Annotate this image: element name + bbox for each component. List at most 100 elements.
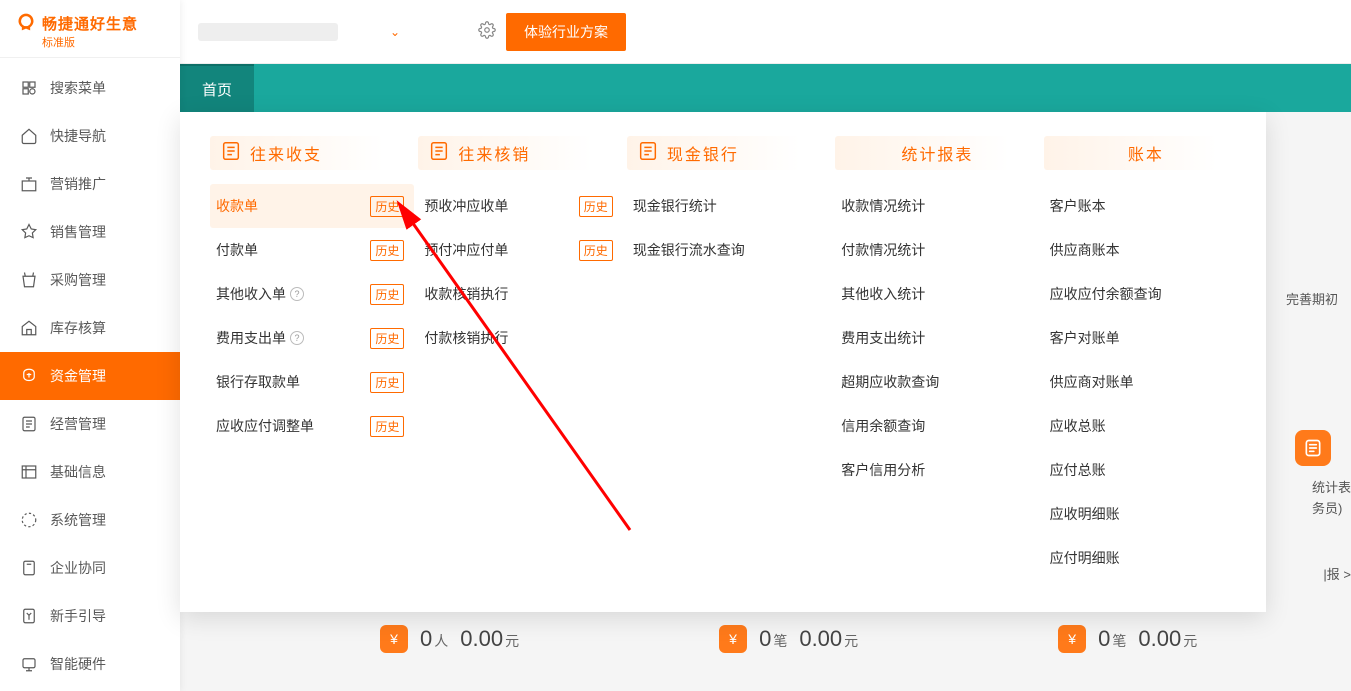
stat-count: 0 [1098,626,1110,651]
mega-item[interactable]: 应收总账 [1044,404,1248,448]
mega-menu: 往来收支收款单历史付款单历史其他收入单?历史费用支出单?历史银行存取款单历史应收… [180,112,1266,612]
mega-item[interactable]: 供应商对账单 [1044,360,1248,404]
mega-column-header: 账本 [1044,136,1248,170]
nav-item[interactable]: 新手引导 [0,592,180,640]
stat-floating-icon[interactable] [1295,430,1331,466]
rail-link[interactable]: |报 > [1323,564,1351,583]
mega-item-label: 费用支出单? [216,328,304,348]
mega-item[interactable]: 供应商账本 [1044,228,1248,272]
stat-amount: 0.00 [799,626,842,651]
mega-column: 账本客户账本供应商账本应收应付余额查询客户对账单供应商对账单应收总账应付总账应收… [1044,136,1248,582]
column-title: 往来收支 [250,141,322,165]
mega-item[interactable]: 付款单历史 [210,228,414,272]
nav-icon [20,511,38,529]
mega-item[interactable]: 应付明细账 [1044,536,1248,580]
tab-home[interactable]: 首页 [180,64,254,112]
stat-icon: ¥ [380,625,408,653]
mega-item-label: 银行存取款单 [216,372,300,392]
column-title: 统计报表 [901,141,973,165]
help-icon[interactable]: ? [290,287,304,301]
nav-item[interactable]: 系统管理 [0,496,180,544]
mega-item[interactable]: 客户信用分析 [835,448,1039,492]
nav-icon [20,415,38,433]
nav-label: 销售管理 [50,222,106,242]
history-tag[interactable]: 历史 [370,196,404,217]
chevron-down-icon: ⌄ [390,25,400,39]
nav-icon [20,271,38,289]
nav-icon [20,367,38,385]
nav-item[interactable]: 快捷导航 [0,112,180,160]
help-icon[interactable]: ? [290,331,304,345]
doc-icon [637,140,659,167]
history-tag[interactable]: 历史 [370,240,404,261]
rail-item[interactable]: 完善期初 [1286,290,1351,310]
mega-item[interactable]: 付款核销执行 [418,316,622,360]
mega-item[interactable]: 客户账本 [1044,184,1248,228]
nav-item[interactable]: 采购管理 [0,256,180,304]
mega-item[interactable]: 费用支出单? 历史 [210,316,414,360]
doc-icon [220,140,242,167]
mega-item[interactable]: 其他收入单? 历史 [210,272,414,316]
history-tag[interactable]: 历史 [370,416,404,437]
stat-count-unit: 笔 [1112,633,1126,649]
nav-icon [20,559,38,577]
nav-icon [20,223,38,241]
stat-item: ¥0笔0.00元 [1058,625,1197,653]
history-tag[interactable]: 历史 [370,328,404,349]
mega-item[interactable]: 超期应收款查询 [835,360,1039,404]
tabbar: 首页 [180,64,1351,112]
history-tag[interactable]: 历史 [579,196,613,217]
history-tag[interactable]: 历史 [370,284,404,305]
mega-item[interactable]: 应付总账 [1044,448,1248,492]
nav-item[interactable]: 企业协同 [0,544,180,592]
gear-icon[interactable] [478,21,496,42]
stat-icon: ¥ [719,625,747,653]
industry-plan-button[interactable]: 体验行业方案 [506,13,626,51]
nav-item[interactable]: 智能硬件 [0,640,180,688]
nav-item[interactable]: 销售管理 [0,208,180,256]
nav-icon [20,607,38,625]
mega-item-label: 预付冲应付单 [424,240,508,260]
nav: 搜索菜单快捷导航营销推广销售管理采购管理库存核算资金管理经营管理基础信息系统管理… [0,58,180,688]
mega-item[interactable]: 客户对账单 [1044,316,1248,360]
column-title: 往来核销 [458,141,530,165]
mega-item[interactable]: 费用支出统计 [835,316,1039,360]
stat-item: ¥0人0.00元 [380,625,519,653]
mega-item[interactable]: 现金银行流水查询 [627,228,831,272]
nav-item[interactable]: 基础信息 [0,448,180,496]
mega-item[interactable]: 收款核销执行 [418,272,622,316]
mega-item[interactable]: 信用余额查询 [835,404,1039,448]
mega-item-label: 其他收入单? [216,284,304,304]
stat-amount: 0.00 [1138,626,1181,651]
mega-item[interactable]: 应收应付调整单历史 [210,404,414,448]
brand-edition: 标准版 [42,34,164,50]
mega-item[interactable]: 现金银行统计 [627,184,831,228]
tenant-select[interactable]: ⌄ [198,23,468,41]
nav-item[interactable]: 库存核算 [0,304,180,352]
mega-item-label: 收款单 [216,196,258,216]
nav-item[interactable]: 搜索菜单 [0,64,180,112]
mega-item[interactable]: 收款单 历史 [210,184,414,228]
history-tag[interactable]: 历史 [370,372,404,393]
stat-amount: 0.00 [460,626,503,651]
nav-label: 采购管理 [50,270,106,290]
mega-item[interactable]: 预收冲应收单历史 [418,184,622,228]
nav-item[interactable]: 经营管理 [0,400,180,448]
nav-item[interactable]: 营销推广 [0,160,180,208]
mega-item[interactable]: 预付冲应付单 历史 [418,228,622,272]
mega-item[interactable]: 应收应付余额查询 [1044,272,1248,316]
nav-icon [20,463,38,481]
stat-count: 0 [420,626,432,651]
topbar: ⌄ 体验行业方案 [180,0,1351,64]
history-tag[interactable]: 历史 [579,240,613,261]
mega-column: 统计报表收款情况统计付款情况统计其他收入统计费用支出统计超期应收款查询信用余额查… [835,136,1039,582]
nav-item[interactable]: 资金管理 [0,352,180,400]
nav-icon [20,655,38,673]
stats-row: ¥0人0.00元¥0笔0.00元¥0笔0.00元 [380,625,1331,653]
rail-block: 统计表 务员) [1312,478,1351,520]
mega-item[interactable]: 银行存取款单 历史 [210,360,414,404]
mega-item[interactable]: 付款情况统计 [835,228,1039,272]
mega-item[interactable]: 应收明细账 [1044,492,1248,536]
mega-item[interactable]: 其他收入统计 [835,272,1039,316]
mega-item[interactable]: 收款情况统计 [835,184,1039,228]
